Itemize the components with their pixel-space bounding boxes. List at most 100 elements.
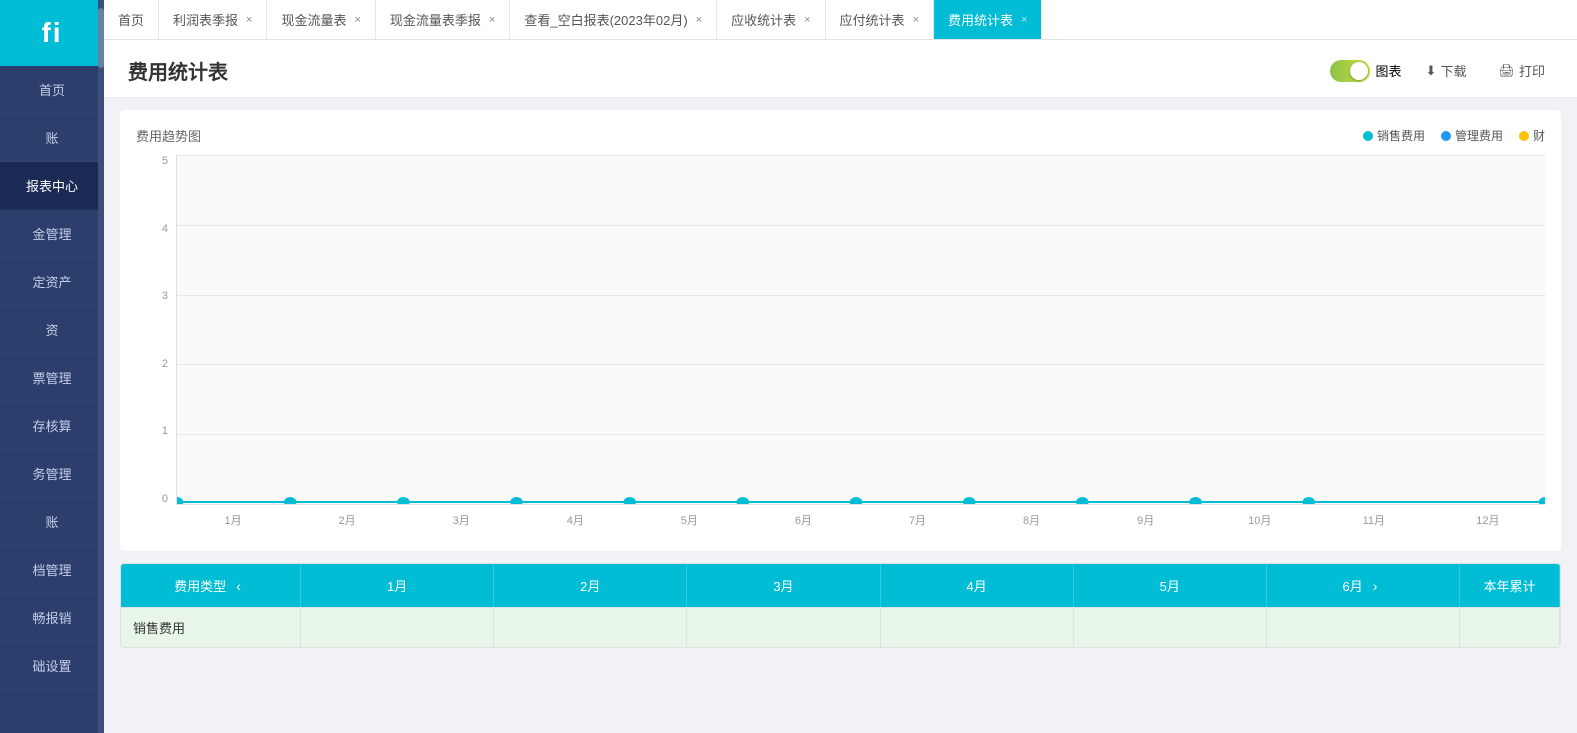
- x-label-oct: 10月: [1203, 512, 1317, 528]
- tab-profit-quarterly-close[interactable]: ×: [246, 14, 252, 26]
- x-label-aug: 8月: [975, 512, 1089, 528]
- sidebar-item-capital[interactable]: 资: [0, 306, 104, 354]
- table-header-feb-label: 2月: [580, 576, 600, 595]
- legend-item-admin: 管理费用: [1441, 127, 1503, 144]
- print-button[interactable]: 🖨 打印: [1490, 57, 1553, 84]
- legend-dot-finance: [1519, 131, 1529, 141]
- chart-title: 费用趋势图: [136, 126, 201, 145]
- legend-label-admin: 管理费用: [1455, 127, 1503, 144]
- sidebar-item-assets[interactable]: 定资产: [0, 258, 104, 306]
- x-label-jan: 1月: [176, 512, 290, 528]
- table-header-jun-label: 6月: [1342, 576, 1362, 595]
- page-title: 费用统计表: [128, 56, 228, 85]
- table-header-may: 5月: [1074, 564, 1267, 607]
- sidebar-item-ledger[interactable]: 账: [0, 498, 104, 546]
- chart-x-axis: 1月 2月 3月 4月 5月 6月 7月 8月 9月 10月 11月 12月: [176, 505, 1545, 535]
- legend-dot-sales: [1363, 131, 1373, 141]
- sidebar-item-archive[interactable]: 档管理: [0, 546, 104, 594]
- chart-toggle-label: 图表: [1376, 61, 1402, 80]
- chart-header: 费用趋势图 销售费用 管理费用 财: [136, 126, 1545, 145]
- tab-expense-stats-label: 费用统计表: [948, 10, 1013, 29]
- sidebar: fi 首页 账 报表中心 金管理 定资产 资 票管理 存核算 务管理 账 档管理…: [0, 0, 104, 733]
- y-label-5: 5: [162, 155, 168, 167]
- table-cell-apr: [881, 608, 1074, 647]
- y-label-0: 0: [162, 493, 168, 505]
- legend-dot-admin: [1441, 131, 1451, 141]
- x-label-feb: 2月: [290, 512, 404, 528]
- tab-receivable-close[interactable]: ×: [804, 14, 810, 26]
- table-next-arrow[interactable]: ›: [1367, 578, 1384, 594]
- x-label-nov: 11月: [1317, 512, 1431, 528]
- tab-cashflow-close[interactable]: ×: [354, 14, 360, 26]
- table-header-may-label: 5月: [1160, 576, 1180, 595]
- tab-blank-report-label: 查看_空白报表(2023年02月): [524, 10, 687, 29]
- download-button[interactable]: ⬇ 下载: [1418, 57, 1475, 84]
- x-label-jul: 7月: [860, 512, 974, 528]
- x-label-dec: 12月: [1431, 512, 1545, 528]
- sidebar-item-tickets[interactable]: 票管理: [0, 354, 104, 402]
- table-header-feb: 2月: [494, 564, 687, 607]
- table-cell-feb: [494, 608, 687, 647]
- tab-receivable-label: 应收统计表: [731, 10, 796, 29]
- table-header-apr: 4月: [881, 564, 1074, 607]
- x-label-jun: 6月: [746, 512, 860, 528]
- chart-legend: 销售费用 管理费用 财: [1363, 127, 1545, 144]
- tab-expense-stats-close[interactable]: ×: [1021, 14, 1027, 26]
- tab-profit-quarterly-label: 利润表季报: [173, 10, 238, 29]
- toggle-knob: [1350, 62, 1368, 80]
- tab-cashflow-label: 现金流量表: [281, 10, 346, 29]
- table-cell-jan: [301, 608, 494, 647]
- table-cell-ytd: [1460, 608, 1560, 647]
- sidebar-item-inventory[interactable]: 存核算: [0, 402, 104, 450]
- tab-blank-report[interactable]: 查看_空白报表(2023年02月) ×: [510, 0, 717, 40]
- tab-bar: 首页 利润表季报 × 现金流量表 × 现金流量表季报 × 查看_空白报表(202…: [104, 0, 1577, 40]
- tab-home[interactable]: 首页: [104, 0, 159, 40]
- tab-home-label: 首页: [118, 10, 144, 29]
- sidebar-item-home[interactable]: 首页: [0, 66, 104, 114]
- chart-y-axis: 5 4 3 2 1 0: [136, 155, 176, 505]
- tab-payable[interactable]: 应付统计表 ×: [826, 0, 934, 40]
- table-row: 销售费用: [121, 607, 1560, 647]
- y-label-1: 1: [162, 425, 168, 437]
- table-header-jun: 6月 ›: [1267, 564, 1460, 607]
- x-label-mar: 3月: [404, 512, 518, 528]
- sidebar-item-account[interactable]: 账: [0, 114, 104, 162]
- tab-payable-label: 应付统计表: [840, 10, 905, 29]
- legend-label-finance: 财: [1533, 127, 1545, 144]
- tab-cashflow-quarterly-close[interactable]: ×: [489, 14, 495, 26]
- chart-toggle[interactable]: [1330, 60, 1370, 82]
- y-label-2: 2: [162, 358, 168, 370]
- table-cell-jun: [1267, 608, 1460, 647]
- table-prev-arrow[interactable]: ‹: [230, 578, 247, 594]
- table-header-ytd-label: 本年累计: [1484, 576, 1536, 595]
- tab-cashflow-quarterly[interactable]: 现金流量表季报 ×: [376, 0, 510, 40]
- sidebar-item-fund[interactable]: 金管理: [0, 210, 104, 258]
- table-header-mar-label: 3月: [773, 576, 793, 595]
- sidebar-scrollbar-thumb: [98, 8, 104, 68]
- tab-receivable[interactable]: 应收统计表 ×: [717, 0, 825, 40]
- tab-expense-stats[interactable]: 费用统计表 ×: [934, 0, 1042, 40]
- sidebar-item-settings[interactable]: 础设置: [0, 642, 104, 690]
- main-content: 首页 利润表季报 × 现金流量表 × 现金流量表季报 × 查看_空白报表(202…: [104, 0, 1577, 733]
- sidebar-item-reports[interactable]: 报表中心: [0, 162, 104, 210]
- content-area: 费用统计表 图表 ⬇ 下载 🖨 打印: [104, 40, 1577, 733]
- sidebar-scrollbar[interactable]: [98, 0, 104, 733]
- sidebar-item-expense[interactable]: 畅报销: [0, 594, 104, 642]
- download-icon: ⬇: [1426, 63, 1437, 79]
- sidebar-item-service[interactable]: 务管理: [0, 450, 104, 498]
- x-label-apr: 4月: [518, 512, 632, 528]
- table-cell-may: [1074, 608, 1267, 647]
- tab-blank-report-close[interactable]: ×: [696, 14, 702, 26]
- page-header: 费用统计表 图表 ⬇ 下载 🖨 打印: [104, 40, 1577, 98]
- tab-profit-quarterly[interactable]: 利润表季报 ×: [159, 0, 267, 40]
- table-header-jan-label: 1月: [387, 576, 407, 595]
- tab-cashflow[interactable]: 现金流量表 ×: [267, 0, 375, 40]
- download-label: 下载: [1440, 61, 1466, 80]
- table-header-mar: 3月: [687, 564, 880, 607]
- print-label: 打印: [1519, 61, 1545, 80]
- tab-payable-close[interactable]: ×: [913, 14, 919, 26]
- table-header-row: 费用类型 ‹ 1月 2月 3月 4月 5月: [121, 564, 1560, 607]
- chart-plot: [176, 155, 1545, 505]
- table-header-type: 费用类型 ‹: [121, 564, 301, 607]
- chart-toggle-wrap[interactable]: 图表: [1330, 60, 1402, 82]
